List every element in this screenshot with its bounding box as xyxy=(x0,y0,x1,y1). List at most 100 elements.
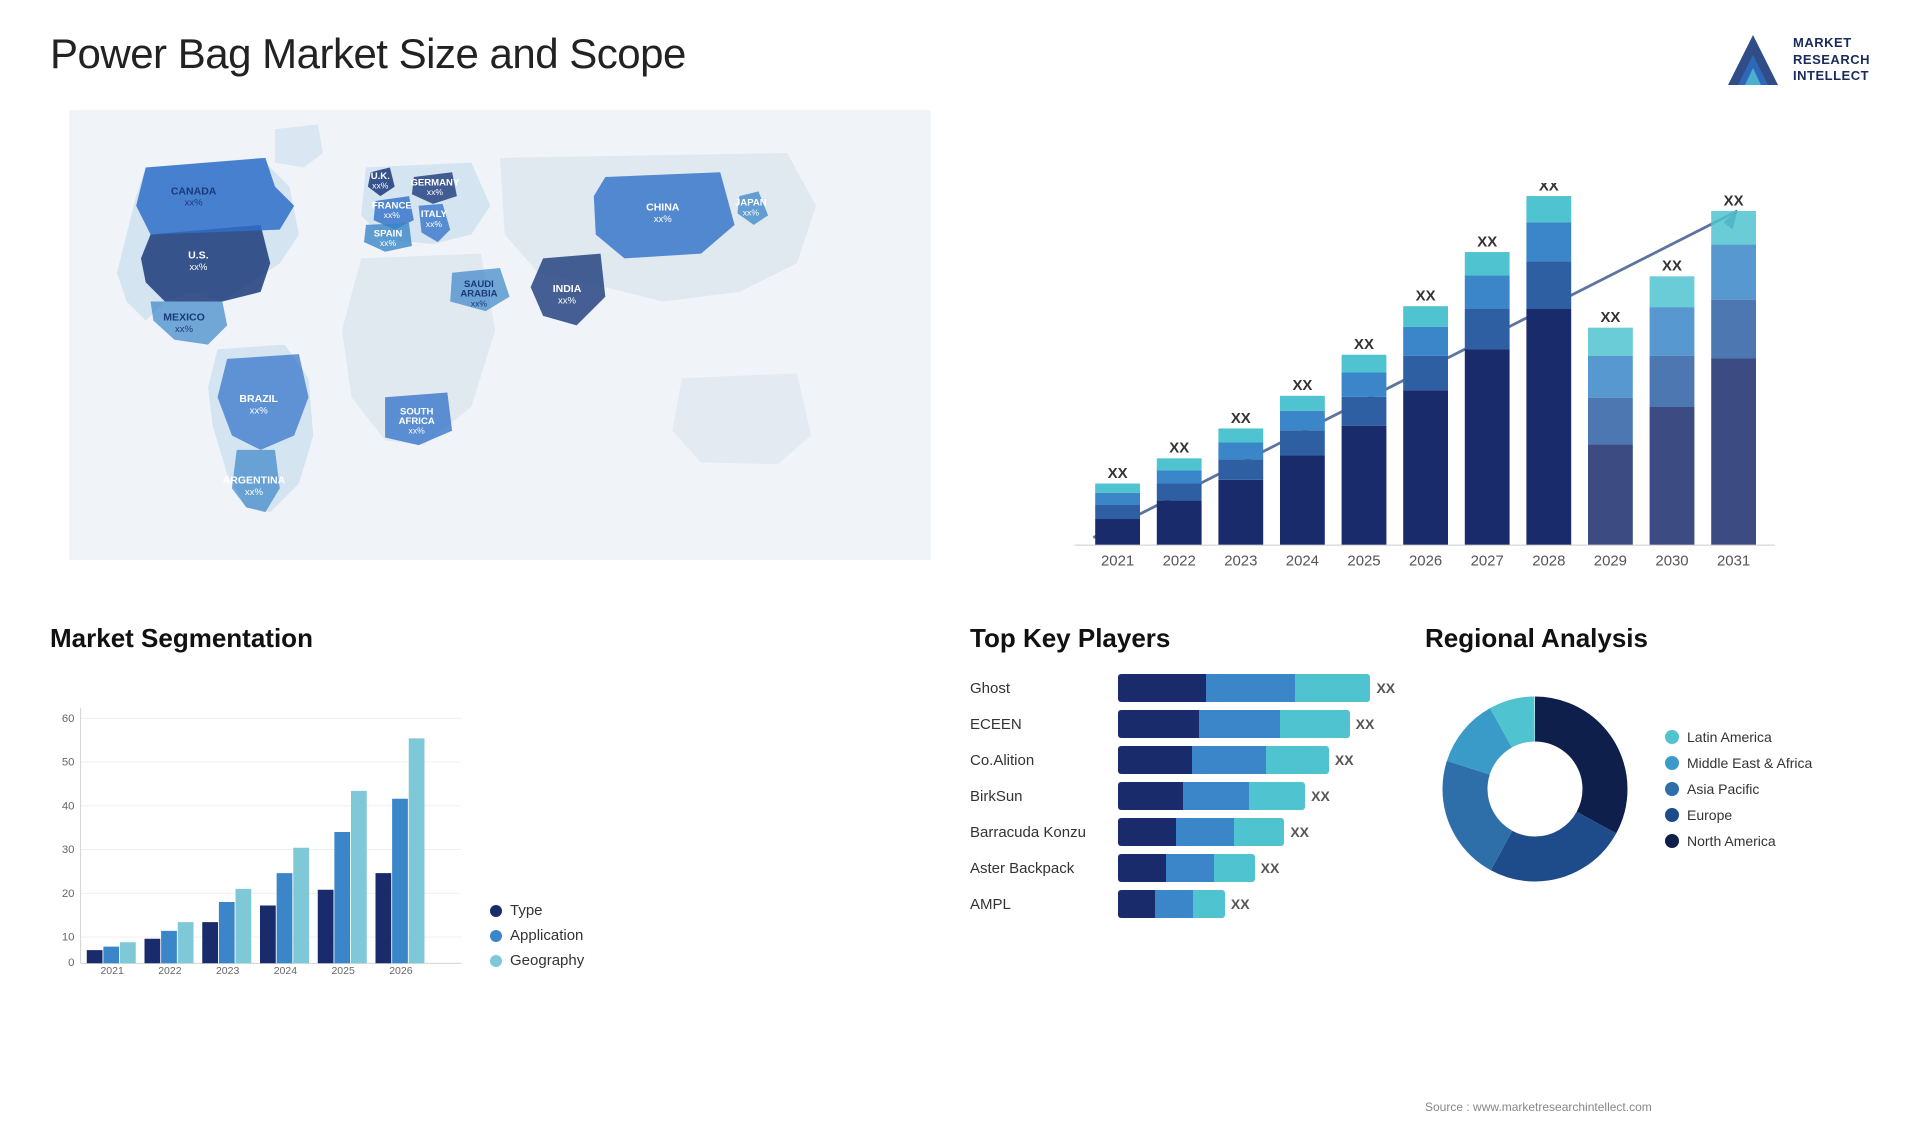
segmentation-legend: Type Application Geography xyxy=(490,902,584,969)
svg-text:xx%: xx% xyxy=(250,406,269,417)
table-row: Barracuda Konzu XX xyxy=(970,818,1415,846)
svg-text:xx%: xx% xyxy=(189,262,208,273)
table-row: BirkSun XX xyxy=(970,782,1415,810)
north-america-dot xyxy=(1665,834,1679,848)
svg-text:XX: XX xyxy=(1539,183,1559,194)
legend-item-mea: Middle East & Africa xyxy=(1665,755,1812,771)
player-value: XX xyxy=(1290,824,1309,840)
svg-text:XX: XX xyxy=(1108,465,1128,482)
svg-text:xx%: xx% xyxy=(427,187,444,197)
svg-text:XX: XX xyxy=(1169,440,1189,457)
segmentation-section: Market Segmentation 60 50 40 30 20 10 0 xyxy=(50,623,950,1116)
header: Power Bag Market Size and Scope MARKET R… xyxy=(50,30,1870,90)
svg-text:2027: 2027 xyxy=(1471,553,1504,570)
svg-text:xx%: xx% xyxy=(558,295,577,306)
logo-icon xyxy=(1723,30,1783,90)
legend-item-asia: Asia Pacific xyxy=(1665,781,1812,797)
player-bar-container: XX xyxy=(1118,710,1415,738)
svg-text:U.S.: U.S. xyxy=(188,249,209,261)
player-value: XX xyxy=(1231,896,1250,912)
table-row: ECEEN XX xyxy=(970,710,1415,738)
donut-chart xyxy=(1425,679,1645,899)
legend-item-north-america: North America xyxy=(1665,833,1812,849)
player-bar-container: XX xyxy=(1118,674,1415,702)
svg-text:2026: 2026 xyxy=(389,965,413,977)
asia-dot xyxy=(1665,782,1679,796)
svg-text:50: 50 xyxy=(62,757,75,769)
svg-text:CHINA: CHINA xyxy=(646,202,680,214)
application-dot xyxy=(490,930,502,942)
key-players-title: Top Key Players xyxy=(970,623,1415,654)
legend-item-latin: Latin America xyxy=(1665,729,1812,745)
svg-text:xx%: xx% xyxy=(185,198,204,209)
player-value: XX xyxy=(1261,860,1280,876)
player-bar-container: XX xyxy=(1118,818,1415,846)
svg-text:2022: 2022 xyxy=(1163,553,1196,570)
svg-text:ARGENTINA: ARGENTINA xyxy=(223,474,286,486)
seg-geography-label: Geography xyxy=(510,952,584,969)
north-america-label: North America xyxy=(1687,833,1776,849)
svg-text:XX: XX xyxy=(1354,336,1374,353)
key-players-section: Top Key Players Ghost XX xyxy=(970,623,1415,1116)
seg-legend-type: Type xyxy=(490,902,584,919)
svg-text:2022: 2022 xyxy=(158,965,182,977)
geography-dot xyxy=(490,955,502,967)
svg-text:2023: 2023 xyxy=(216,965,240,977)
player-bar-container: XX xyxy=(1118,854,1415,882)
player-bar-container: XX xyxy=(1118,782,1415,810)
bar-chart: XX XX XX xyxy=(970,183,1870,603)
table-row: Co.Alition XX xyxy=(970,746,1415,774)
latin-america-dot xyxy=(1665,730,1679,744)
player-value: XX xyxy=(1356,716,1375,732)
svg-text:2021: 2021 xyxy=(100,965,124,977)
svg-text:2023: 2023 xyxy=(1224,553,1257,570)
svg-text:10: 10 xyxy=(62,932,75,944)
svg-text:XX: XX xyxy=(1292,377,1312,394)
svg-text:BRAZIL: BRAZIL xyxy=(239,393,278,405)
svg-text:2030: 2030 xyxy=(1655,553,1688,570)
player-name: Ghost xyxy=(970,680,1110,697)
svg-text:2021: 2021 xyxy=(1101,553,1134,570)
seg-type-label: Type xyxy=(510,902,543,919)
table-row: Aster Backpack XX xyxy=(970,854,1415,882)
svg-text:0: 0 xyxy=(68,957,74,969)
svg-text:2029: 2029 xyxy=(1594,553,1627,570)
world-map: CANADA xx% U.S. xx% MEXICO xx% BRAZIL xx… xyxy=(50,110,950,560)
table-row: Ghost XX xyxy=(970,674,1415,702)
seg-legend-geography: Geography xyxy=(490,952,584,969)
player-bar-container: XX xyxy=(1118,890,1415,918)
player-value: XX xyxy=(1335,752,1354,768)
svg-text:xx%: xx% xyxy=(426,219,443,229)
svg-text:XX: XX xyxy=(1662,258,1682,275)
svg-text:xx%: xx% xyxy=(471,298,488,308)
regional-title: Regional Analysis xyxy=(1425,623,1870,654)
svg-text:xx%: xx% xyxy=(654,214,673,225)
map-section: CANADA xx% U.S. xx% MEXICO xx% BRAZIL xx… xyxy=(50,110,950,603)
player-name: AMPL xyxy=(970,896,1110,913)
svg-text:2028: 2028 xyxy=(1532,553,1565,570)
svg-text:xx%: xx% xyxy=(380,238,397,248)
svg-text:INDIA: INDIA xyxy=(553,283,582,295)
asia-label: Asia Pacific xyxy=(1687,781,1759,797)
svg-text:xx%: xx% xyxy=(384,210,401,220)
player-name: Barracuda Konzu xyxy=(970,824,1110,841)
player-name: ECEEN xyxy=(970,716,1110,733)
player-value: XX xyxy=(1376,680,1395,696)
source-text: Source : www.marketresearchintellect.com xyxy=(1425,1100,1652,1114)
svg-text:40: 40 xyxy=(62,800,75,812)
key-players-list: Ghost XX ECEEN xyxy=(970,674,1415,918)
svg-text:2025: 2025 xyxy=(1347,553,1380,570)
svg-text:30: 30 xyxy=(62,844,75,856)
player-name: Co.Alition xyxy=(970,752,1110,769)
logo-text: MARKET RESEARCH INTELLECT xyxy=(1793,35,1870,86)
europe-dot xyxy=(1665,808,1679,822)
regional-section: Regional Analysis xyxy=(1425,623,1870,1116)
player-value: XX xyxy=(1311,788,1330,804)
svg-text:MEXICO: MEXICO xyxy=(163,312,204,324)
svg-text:20: 20 xyxy=(62,888,75,900)
svg-text:2031: 2031 xyxy=(1717,553,1750,570)
segmentation-title: Market Segmentation xyxy=(50,623,950,654)
page-title: Power Bag Market Size and Scope xyxy=(50,30,686,78)
svg-text:xx%: xx% xyxy=(245,487,264,498)
latin-america-label: Latin America xyxy=(1687,729,1772,745)
